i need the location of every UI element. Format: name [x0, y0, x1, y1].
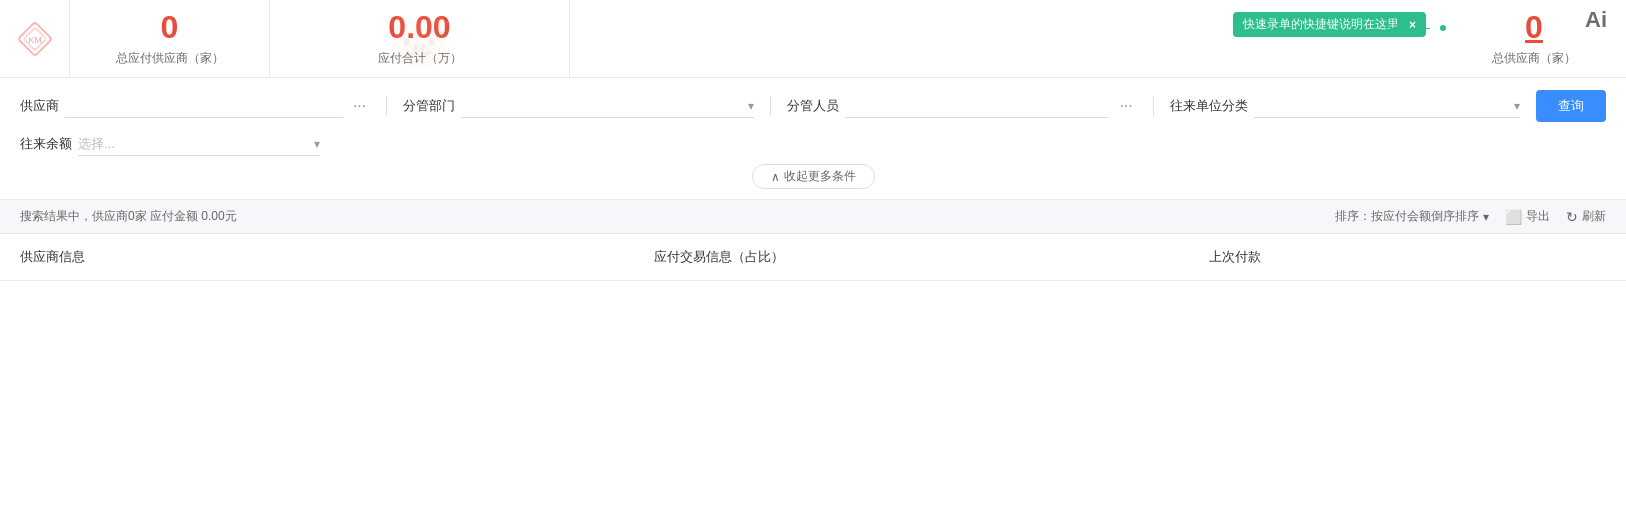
divider-3 — [1153, 96, 1154, 116]
person-label: 分管人员 — [787, 97, 839, 115]
export-label: 导出 — [1526, 208, 1550, 225]
sort-chevron-icon: ▾ — [1483, 210, 1489, 224]
stat-total-suppliers-value: 0 — [161, 10, 179, 45]
diamond-logo-icon: KM — [13, 17, 57, 61]
balance-input-wrap: ▾ — [78, 132, 320, 156]
tooltip-text: 快速录单的快捷键说明在这里 — [1243, 16, 1399, 33]
stat-total-suppliers: 0 总应付供应商（家） — [70, 0, 270, 77]
table-body — [0, 281, 1626, 515]
supplier-input[interactable] — [65, 94, 343, 118]
col-header-supplier: 供应商信息 — [20, 248, 654, 266]
sort-select[interactable]: 排序：按应付会额倒序排序 ▾ — [1335, 208, 1489, 225]
filter-row-1: 供应商 ··· 分管部门 ▾ 分管人员 ··· 往来单 — [20, 90, 1606, 122]
unit-class-chevron-icon: ▾ — [1514, 99, 1520, 113]
stat-total-vendor-area: 快速录单的快捷键说明在这里 × 0 总供应商（家） — [570, 0, 1626, 77]
unit-class-input[interactable] — [1254, 94, 1520, 118]
stat-middle-icon: 🐷 0.00 应付合计（万） — [270, 0, 570, 77]
refresh-label: 刷新 — [1582, 208, 1606, 225]
filter-dept-field: 分管部门 ▾ — [403, 94, 753, 118]
tooltip-connector — [1390, 23, 1448, 33]
stat-total-vendor: 0 总供应商（家） — [1492, 10, 1576, 66]
col-header-transaction: 应付交易信息（占比） — [654, 248, 1209, 266]
collapse-bar: ∧ 收起更多条件 — [20, 156, 1606, 199]
person-more-btn[interactable]: ··· — [1115, 97, 1136, 115]
query-button[interactable]: 查询 — [1536, 90, 1606, 122]
dept-label: 分管部门 — [403, 97, 455, 115]
unit-class-input-wrap: ▾ — [1254, 94, 1520, 118]
collapse-button[interactable]: ∧ 收起更多条件 — [752, 164, 875, 189]
sort-label: 排序：按应付会额倒序排序 — [1335, 208, 1479, 225]
table-header: 供应商信息 应付交易信息（占比） 上次付款 — [0, 234, 1626, 281]
results-info-text: 搜索结果中，供应商0家 应付金额 0.00元 — [20, 208, 237, 225]
stat-total-suppliers-label: 总应付供应商（家） — [116, 50, 224, 67]
filter-person-field: 分管人员 ··· — [787, 94, 1137, 118]
divider-2 — [770, 96, 771, 116]
collapse-up-icon: ∧ — [771, 170, 780, 184]
svg-text:KM: KM — [28, 35, 42, 45]
person-input-wrap — [845, 94, 1110, 118]
balance-input[interactable] — [78, 132, 320, 156]
tooltip-dot-icon — [1438, 23, 1448, 33]
export-icon: ⬜ — [1505, 209, 1522, 225]
balance-chevron-icon: ▾ — [314, 137, 320, 151]
col-header-lastpay: 上次付款 — [1209, 248, 1606, 266]
supplier-input-wrap — [65, 94, 343, 118]
stats-bar: KM 0 总应付供应商（家） 🐷 0.00 应付合计（万） 快速录单的快捷键说明… — [0, 0, 1626, 78]
refresh-icon: ↻ — [1566, 209, 1578, 225]
export-button[interactable]: ⬜ 导出 — [1505, 208, 1550, 225]
filter-supplier-field: 供应商 ··· — [20, 94, 370, 118]
ai-label-area: Ai — [1566, 0, 1626, 40]
supplier-more-btn[interactable]: ··· — [349, 97, 370, 115]
ai-label: Ai — [1585, 7, 1607, 33]
supplier-label: 供应商 — [20, 97, 59, 115]
piggy-icon: 🐷 — [387, 8, 452, 69]
stat-total-vendor-value: 0 — [1525, 10, 1543, 45]
results-actions: 排序：按应付会额倒序排序 ▾ ⬜ 导出 ↻ 刷新 — [1335, 208, 1606, 225]
refresh-button[interactable]: ↻ 刷新 — [1566, 208, 1606, 225]
dept-chevron-icon: ▾ — [748, 99, 754, 113]
filter-balance-field: 往来余额 ▾ — [20, 132, 320, 156]
dept-input-wrap: ▾ — [461, 94, 753, 118]
divider-1 — [386, 96, 387, 116]
results-bar: 搜索结果中，供应商0家 应付金额 0.00元 排序：按应付会额倒序排序 ▾ ⬜ … — [0, 200, 1626, 234]
balance-label: 往来余额 — [20, 135, 72, 153]
stat-total-vendor-label: 总供应商（家） — [1492, 50, 1576, 67]
logo-area: KM — [0, 0, 70, 77]
filter-row-2: 往来余额 ▾ — [20, 132, 1606, 156]
dept-input[interactable] — [461, 94, 753, 118]
filter-bar: 供应商 ··· 分管部门 ▾ 分管人员 ··· 往来单 — [0, 78, 1626, 200]
filter-unit-class-field: 往来单位分类 ▾ — [1170, 94, 1520, 118]
collapse-label: 收起更多条件 — [784, 168, 856, 185]
unit-class-label: 往来单位分类 — [1170, 97, 1248, 115]
person-input[interactable] — [845, 94, 1110, 118]
